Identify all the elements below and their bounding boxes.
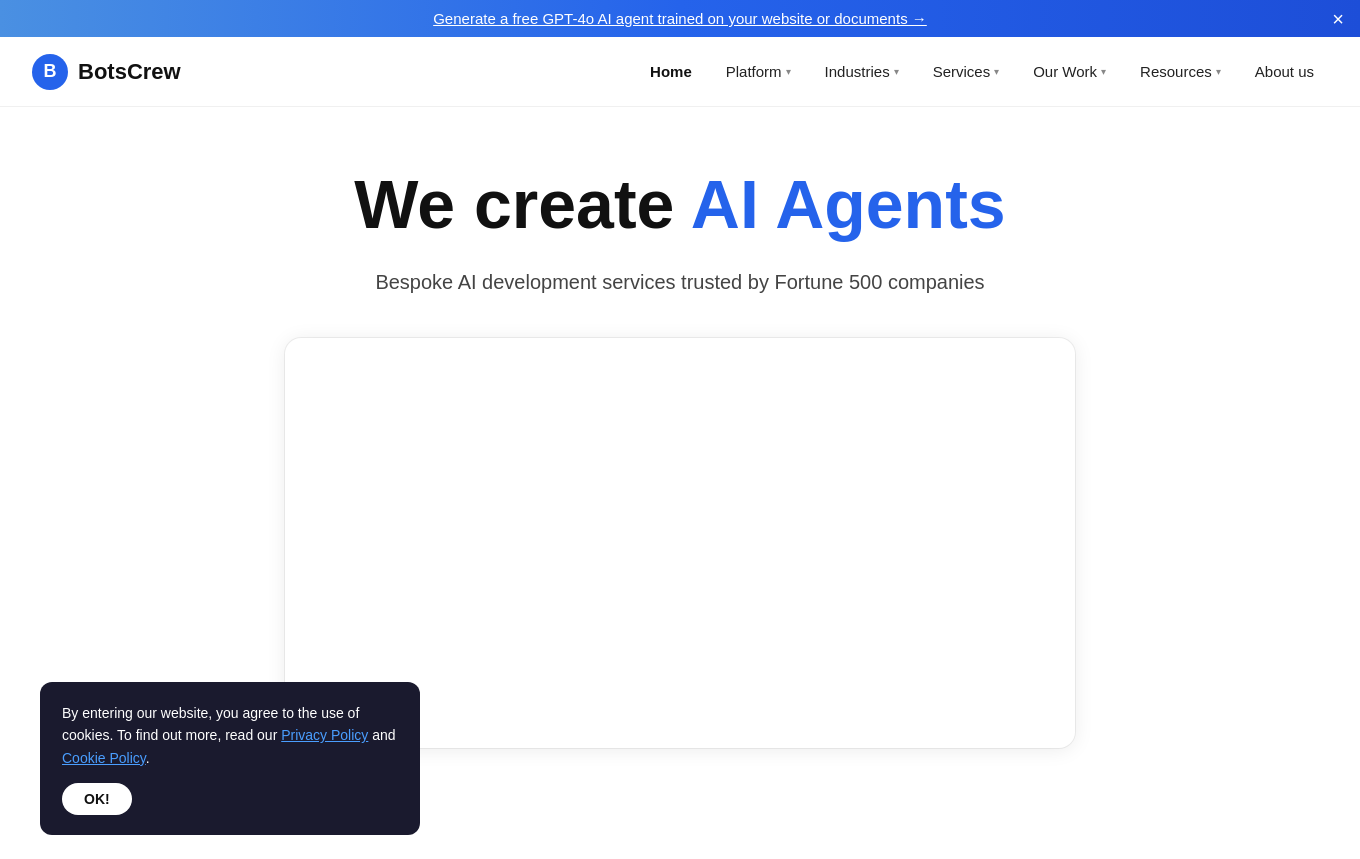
banner-close-button[interactable]: × [1332,9,1344,29]
hero-subtitle: Bespoke AI development services trusted … [330,266,1030,298]
hero-title-part1: We create [354,166,690,242]
logo-icon: B [32,54,68,90]
nav-item-our-work[interactable]: Our Work▾ [1019,55,1120,88]
logo[interactable]: B BotsCrew [32,54,181,90]
hero-section: We create AI Agents Bespoke AI developme… [0,107,1360,778]
chevron-down-icon: ▾ [994,66,999,77]
header: B BotsCrew HomePlatform▾Industries▾Servi… [0,37,1360,107]
cookie-period: . [146,750,150,766]
hero-title: We create AI Agents [20,167,1340,242]
nav-item-about-us[interactable]: About us [1241,55,1328,88]
cookie-policy-link[interactable]: Cookie Policy [62,750,146,766]
cookie-and: and [368,727,395,743]
nav-item-industries[interactable]: Industries▾ [811,55,913,88]
chevron-down-icon: ▾ [1216,66,1221,77]
chevron-down-icon: ▾ [786,66,791,77]
banner-link[interactable]: Generate a free GPT-4o AI agent trained … [433,10,927,27]
nav-item-platform[interactable]: Platform▾ [712,55,805,88]
hero-title-highlight: AI Agents [691,166,1006,242]
chevron-down-icon: ▾ [1101,66,1106,77]
chevron-down-icon: ▾ [894,66,899,77]
nav-item-resources[interactable]: Resources▾ [1126,55,1235,88]
nav-item-services[interactable]: Services▾ [919,55,1014,88]
main-nav: HomePlatform▾Industries▾Services▾Our Wor… [636,55,1328,88]
logo-text: BotsCrew [78,59,181,85]
cookie-text: By entering our website, you agree to th… [62,702,398,769]
cookie-banner: By entering our website, you agree to th… [40,682,420,778]
nav-item-home[interactable]: Home [636,55,706,88]
top-banner: Generate a free GPT-4o AI agent trained … [0,0,1360,37]
privacy-policy-link[interactable]: Privacy Policy [281,727,368,743]
